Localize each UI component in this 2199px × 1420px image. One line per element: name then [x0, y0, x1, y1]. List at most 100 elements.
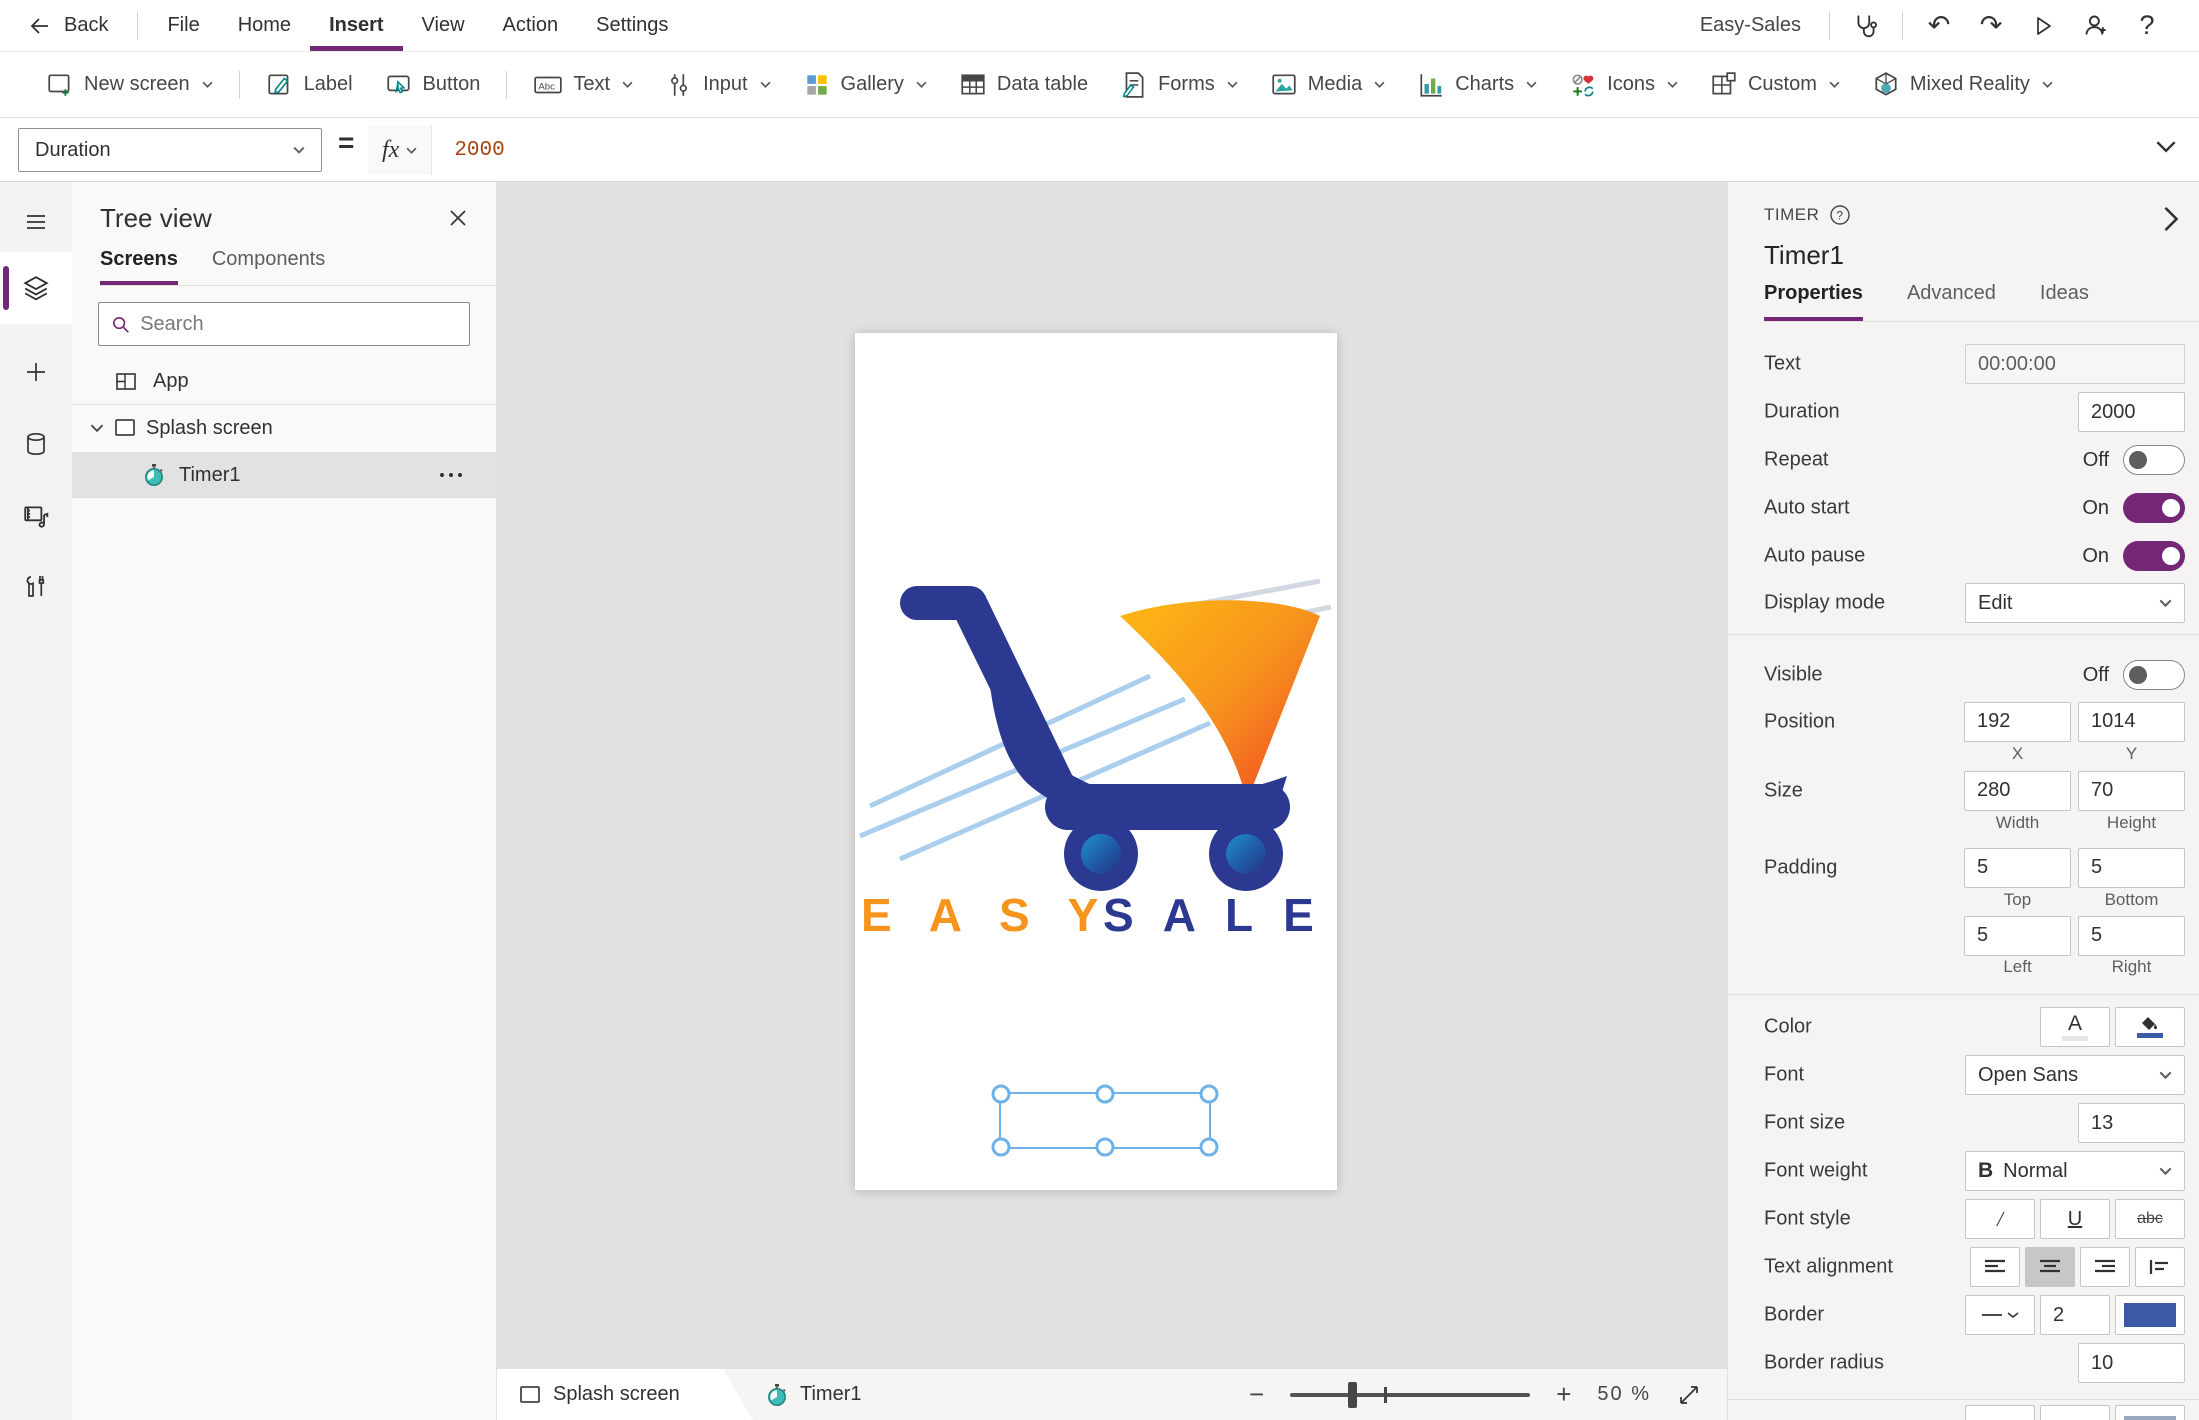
font-weight-dropdown[interactable]: B Normal — [1965, 1151, 2185, 1191]
tree-item-app[interactable]: App — [72, 358, 496, 404]
resize-handle-top-right[interactable] — [1199, 1084, 1219, 1104]
zoom-slider-thumb[interactable] — [1348, 1381, 1358, 1408]
breadcrumb-control[interactable]: Timer1 — [765, 1369, 861, 1420]
chevron-down-icon[interactable] — [90, 423, 104, 433]
tree-search-box[interactable] — [98, 302, 470, 346]
duration-input[interactable]: 2000 — [2078, 392, 2185, 432]
more-options-icon[interactable] — [440, 473, 462, 477]
selected-timer-control[interactable] — [991, 1084, 1219, 1157]
property-selector-dropdown[interactable]: Duration — [18, 128, 322, 172]
text-value-input[interactable]: 00:00:00 — [1965, 344, 2185, 384]
zoom-out-button[interactable]: − — [1249, 1379, 1264, 1410]
fit-to-screen-button[interactable] — [1677, 1383, 1701, 1407]
italic-button[interactable]: / — [1965, 1199, 2035, 1239]
custom-menu-button[interactable]: Custom — [1694, 52, 1856, 117]
collapse-panel-chevron[interactable] — [2163, 206, 2179, 232]
resize-handle-top-left[interactable] — [991, 1084, 1011, 1104]
menu-item-settings[interactable]: Settings — [577, 0, 687, 51]
position-x-input[interactable]: 192 — [1964, 701, 2071, 742]
strikethrough-button[interactable]: abc — [2115, 1199, 2185, 1239]
clipped-button-2[interactable]: ▴ — [2040, 1405, 2110, 1420]
app-checker-button[interactable] — [1840, 0, 1892, 52]
padding-bottom-input[interactable]: 5 — [2078, 847, 2185, 888]
resize-handle-bottom-left[interactable] — [991, 1137, 1011, 1157]
zoom-slider[interactable] — [1290, 1381, 1531, 1408]
tree-item-splash-screen[interactable]: Splash screen — [72, 405, 496, 451]
fx-dropdown[interactable]: fx — [368, 125, 433, 175]
formula-input-bar[interactable]: fx 2000 — [368, 125, 2137, 175]
tree-view-rail-button[interactable] — [0, 252, 72, 324]
gallery-menu-button[interactable]: Gallery — [787, 52, 943, 117]
padding-top-input[interactable]: 5 — [1964, 847, 2071, 888]
tab-properties[interactable]: Properties — [1764, 282, 1863, 321]
tab-components[interactable]: Components — [212, 248, 325, 285]
collapse-menu-button[interactable] — [0, 190, 72, 254]
help-circle-icon[interactable]: ? — [1829, 204, 1851, 226]
visible-toggle[interactable] — [2123, 660, 2185, 690]
font-dropdown[interactable]: Open Sans — [1965, 1055, 2185, 1095]
display-mode-dropdown[interactable]: Edit — [1965, 583, 2185, 623]
breadcrumb-screen[interactable]: Splash screen — [497, 1369, 753, 1420]
position-y-input[interactable]: 1014 — [2078, 701, 2185, 742]
resize-handle-bottom-center[interactable] — [1095, 1137, 1115, 1157]
tab-screens[interactable]: Screens — [100, 248, 178, 285]
border-color-button[interactable] — [2115, 1295, 2185, 1335]
redo-button[interactable]: ↷ — [1965, 0, 2017, 52]
menu-item-insert[interactable]: Insert — [310, 0, 402, 51]
align-left-button[interactable] — [1970, 1247, 2020, 1287]
data-rail-button[interactable] — [0, 412, 72, 476]
tree-item-timer1[interactable]: Timer1 — [72, 452, 496, 498]
underline-button[interactable]: U — [2040, 1199, 2110, 1239]
new-screen-button[interactable]: New screen — [30, 52, 229, 117]
fill-color-button[interactable] — [2115, 1007, 2185, 1047]
help-button[interactable]: ? — [2121, 0, 2173, 52]
menu-item-file[interactable]: File — [148, 0, 218, 51]
share-button[interactable] — [2069, 0, 2121, 52]
expand-formula-bar-chevron[interactable] — [2155, 140, 2177, 153]
padding-left-input[interactable]: 5 — [1964, 915, 2071, 956]
zoom-in-button[interactable]: + — [1556, 1379, 1571, 1410]
charts-menu-button[interactable]: Charts — [1401, 52, 1553, 117]
align-right-button[interactable] — [2080, 1247, 2130, 1287]
formula-expression[interactable]: 2000 — [454, 139, 504, 162]
font-size-input[interactable]: 13 — [2078, 1103, 2185, 1143]
border-style-dropdown[interactable] — [1965, 1295, 2035, 1335]
border-radius-input[interactable]: 10 — [2078, 1343, 2185, 1383]
tab-advanced[interactable]: Advanced — [1907, 282, 1996, 321]
size-height-input[interactable]: 70 — [2078, 770, 2185, 811]
icons-menu-button[interactable]: Icons — [1553, 52, 1694, 117]
media-rail-button[interactable] — [0, 484, 72, 548]
clipped-button-3[interactable] — [2115, 1405, 2185, 1420]
auto-start-toggle[interactable] — [2123, 493, 2185, 523]
border-width-input[interactable]: 2 — [2040, 1295, 2110, 1335]
auto-pause-toggle[interactable] — [2123, 541, 2185, 571]
menu-item-action[interactable]: Action — [484, 0, 578, 51]
splash-screen-canvas[interactable]: E A S Y S A L E S — [855, 333, 1337, 1190]
data-table-button[interactable]: Data table — [943, 52, 1104, 117]
advanced-tools-rail-button[interactable] — [0, 554, 72, 618]
canvas-area[interactable]: E A S Y S A L E S — [497, 182, 1727, 1368]
preview-button[interactable] — [2017, 0, 2069, 52]
padding-right-input[interactable]: 5 — [2078, 915, 2185, 956]
close-tree-view-button[interactable] — [440, 200, 476, 236]
align-justify-button[interactable] — [2135, 1247, 2185, 1287]
text-menu-button[interactable]: Abc Text — [517, 52, 649, 117]
repeat-toggle[interactable] — [2123, 445, 2185, 475]
input-menu-button[interactable]: Input — [649, 52, 786, 117]
undo-button[interactable]: ↶ — [1913, 0, 1965, 52]
clipped-button-1[interactable]: ▴ — [1965, 1405, 2035, 1420]
search-input[interactable] — [140, 312, 457, 336]
button-button[interactable]: Button — [369, 52, 497, 117]
media-menu-button[interactable]: Media — [1254, 52, 1401, 117]
tab-ideas[interactable]: Ideas — [2040, 282, 2089, 321]
font-color-button[interactable]: A — [2040, 1007, 2110, 1047]
forms-menu-button[interactable]: Forms — [1104, 52, 1254, 117]
back-button[interactable]: Back — [28, 0, 127, 51]
label-button[interactable]: Label — [250, 52, 369, 117]
resize-handle-top-center[interactable] — [1095, 1084, 1115, 1104]
mixed-reality-menu-button[interactable]: Mixed Reality — [1856, 52, 2069, 117]
insert-rail-button[interactable] — [0, 340, 72, 404]
resize-handle-bottom-right[interactable] — [1199, 1137, 1219, 1157]
align-center-button[interactable] — [2025, 1247, 2075, 1287]
menu-item-home[interactable]: Home — [219, 0, 310, 51]
